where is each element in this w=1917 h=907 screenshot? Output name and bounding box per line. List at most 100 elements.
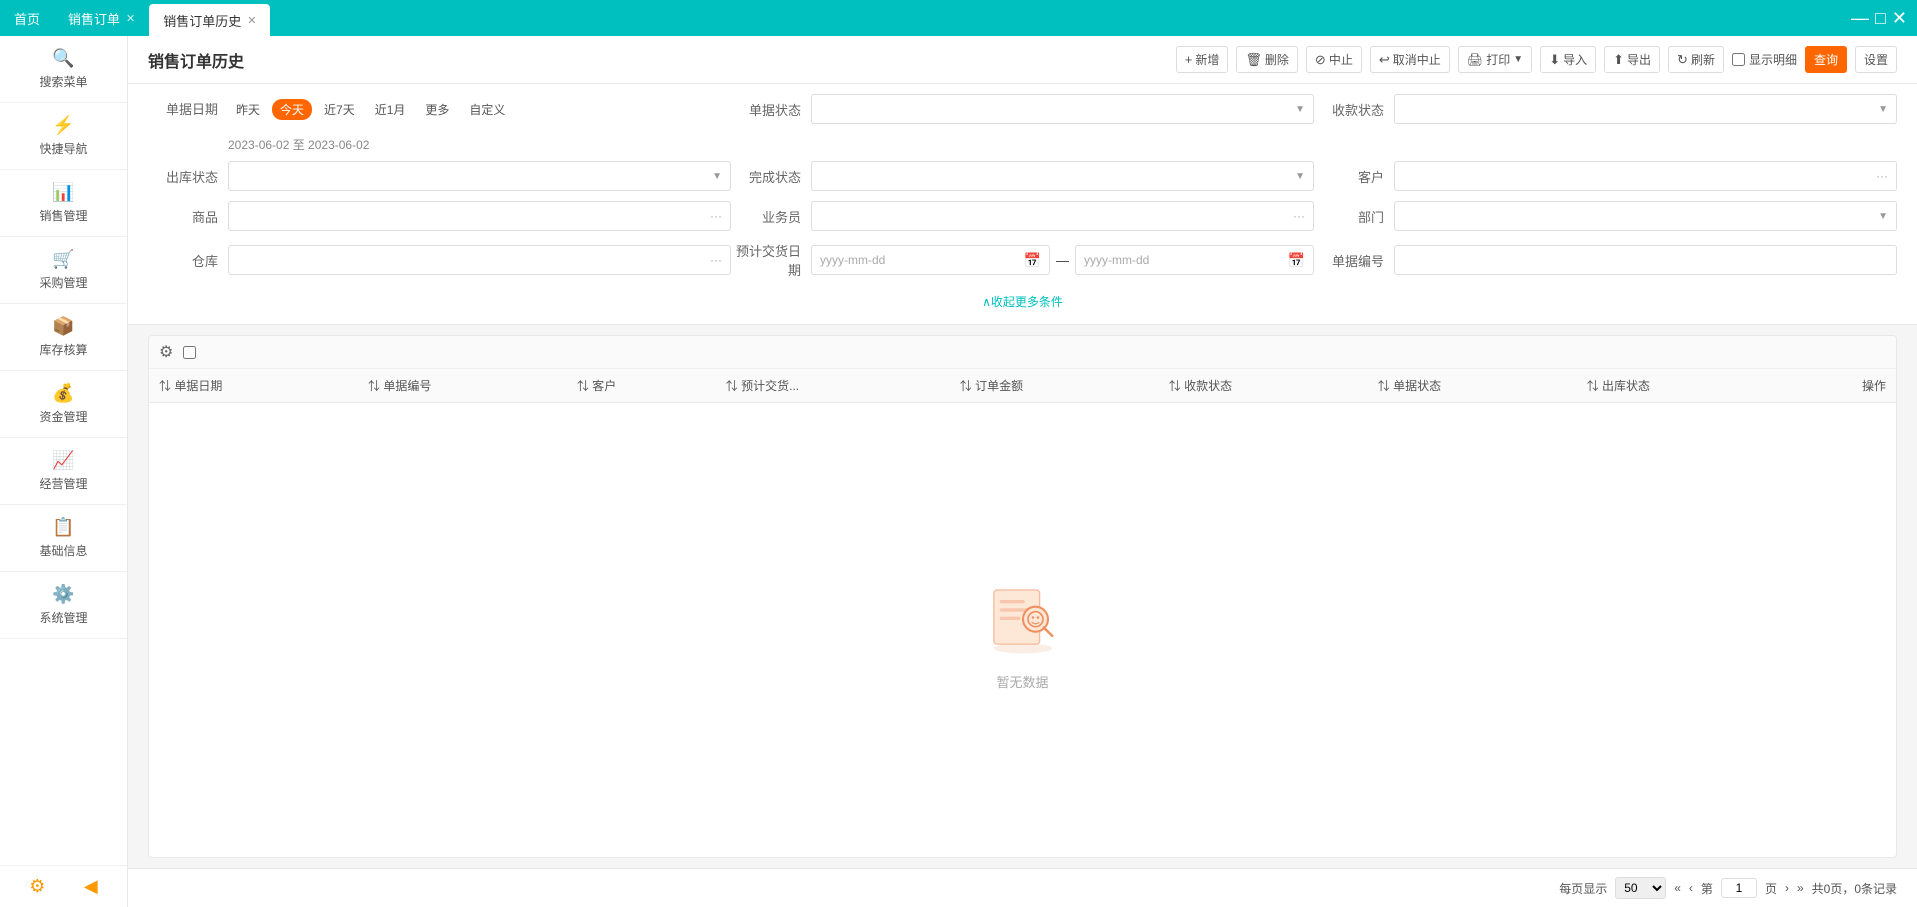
- date-label: 单据日期: [148, 99, 228, 118]
- page-size-label: 每页显示: [1559, 880, 1607, 897]
- date-tag-last1month[interactable]: 近1月: [367, 99, 414, 120]
- salesperson-field[interactable]: ···: [811, 201, 1314, 231]
- import-button[interactable]: ⬇ 导入: [1540, 46, 1596, 73]
- table-settings-icon[interactable]: ⚙: [159, 342, 173, 362]
- delivery-date-end[interactable]: yyyy-mm-dd 📅: [1075, 245, 1314, 275]
- date-tag-last7days[interactable]: 近7天: [316, 99, 363, 120]
- new-button[interactable]: + 新增: [1176, 46, 1229, 73]
- sidebar-item-quick-nav[interactable]: ⚡ 快捷导航: [0, 103, 127, 170]
- sidebar-settings-icon[interactable]: ⚙: [29, 876, 45, 897]
- pagination-bar: 每页显示 10 20 50 100 « ‹ 第 页 › » 共0页，0条记录: [128, 868, 1917, 907]
- display-toggle: 显示明细: [1732, 51, 1797, 68]
- col-payment-status: ⇅ 收款状态: [1159, 369, 1368, 403]
- col-number: ⇅ 单据编号: [358, 369, 567, 403]
- sidebar-label-quick-nav: 快捷导航: [39, 140, 87, 157]
- col-order-status: ⇅ 单据状态: [1368, 369, 1577, 403]
- warehouse-dots: ···: [710, 253, 722, 267]
- delivery-date-start-text: yyyy-mm-dd: [820, 253, 1020, 267]
- date-tag-today[interactable]: 今天: [272, 99, 312, 120]
- sidebar-item-inventory[interactable]: 📦 库存核算: [0, 304, 127, 371]
- prev-page-btn[interactable]: ‹: [1689, 881, 1693, 895]
- sidebar-item-search-menu[interactable]: 🔍 搜索菜单: [0, 36, 127, 103]
- product-field[interactable]: ···: [228, 201, 731, 231]
- col-customer-sort[interactable]: ⇅: [577, 379, 589, 393]
- purchase-mgmt-icon: 🛒: [52, 249, 74, 270]
- warehouse-field[interactable]: ···: [228, 245, 731, 275]
- sales-mgmt-icon: 📊: [52, 182, 74, 203]
- export-button[interactable]: ⬆ 导出: [1604, 46, 1660, 73]
- sidebar-bottom: ⚙ ◀: [0, 865, 127, 907]
- col-delivery-status: ⇅ 出库状态: [1577, 369, 1786, 403]
- settings-button[interactable]: 设置: [1855, 46, 1897, 73]
- tab-sales-order-history[interactable]: 销售订单历史 ✕: [149, 4, 270, 36]
- payment-status-select[interactable]: ▼: [1394, 94, 1897, 124]
- delivery-status-label: 出库状态: [148, 167, 228, 186]
- page-number-input[interactable]: [1721, 878, 1757, 898]
- table-toolbar: ⚙: [149, 336, 1896, 369]
- col-number-sort[interactable]: ⇅: [368, 379, 380, 393]
- delete-button[interactable]: 🗑 删除: [1236, 46, 1298, 73]
- delivery-date-end-text: yyyy-mm-dd: [1084, 253, 1284, 267]
- top-bar: 首页 销售订单 ✕ 销售订单历史 ✕ — □ ✕: [0, 0, 1917, 36]
- department-arrow: ▼: [1878, 211, 1888, 222]
- date-tag-custom[interactable]: 自定义: [461, 99, 513, 120]
- sidebar-label-purchase-mgmt: 采购管理: [39, 274, 87, 291]
- col-expected-delivery-sort[interactable]: ⇅: [726, 379, 738, 393]
- page-header: 销售订单历史 + 新增 🗑 删除 ⊘ 中止 ↩: [128, 36, 1917, 84]
- quick-nav-icon: ⚡: [52, 115, 74, 136]
- completion-status-select[interactable]: ▼: [811, 161, 1314, 191]
- order-number-field[interactable]: [1394, 245, 1897, 275]
- sidebar-item-operations[interactable]: 📈 经营管理: [0, 438, 127, 505]
- stop-button[interactable]: ⊘ 中止: [1306, 46, 1362, 73]
- collapse-row[interactable]: ∧ 收起更多条件: [148, 289, 1897, 314]
- delivery-date-start[interactable]: yyyy-mm-dd 📅: [811, 245, 1050, 275]
- sidebar-item-capital-mgmt[interactable]: 💰 资金管理: [0, 371, 127, 438]
- department-label: 部门: [1314, 207, 1394, 226]
- sidebar-label-basic-info: 基础信息: [39, 542, 87, 559]
- col-order-status-sort[interactable]: ⇅: [1378, 379, 1390, 393]
- filter-row-3: 商品 ··· 业务员 ··· 部门 ▼: [148, 201, 1897, 231]
- empty-illustration: [973, 570, 1073, 660]
- col-order-amount-sort[interactable]: ⇅: [960, 379, 972, 393]
- maximize-btn[interactable]: □: [1875, 8, 1886, 29]
- refresh-icon: ↻: [1677, 52, 1688, 68]
- customer-field[interactable]: ···: [1394, 161, 1897, 191]
- select-all-checkbox[interactable]: [183, 346, 196, 359]
- tab-sales-order-close[interactable]: ✕: [126, 12, 135, 25]
- close-btn[interactable]: ✕: [1892, 8, 1907, 29]
- col-payment-status-sort[interactable]: ⇅: [1169, 379, 1181, 393]
- delivery-status-select[interactable]: ▼: [228, 161, 731, 191]
- sidebar-collapse-icon[interactable]: ◀: [84, 876, 98, 897]
- display-toggle-checkbox[interactable]: [1732, 53, 1745, 66]
- page-size-select[interactable]: 10 20 50 100: [1615, 877, 1666, 899]
- department-select[interactable]: ▼: [1394, 201, 1897, 231]
- last-page-btn[interactable]: »: [1797, 881, 1804, 895]
- cancel-stop-button[interactable]: ↩ 取消中止: [1370, 46, 1450, 73]
- order-status-select[interactable]: ▼: [811, 94, 1314, 124]
- refresh-button[interactable]: ↻ 刷新: [1668, 46, 1724, 73]
- next-page-btn[interactable]: ›: [1785, 881, 1789, 895]
- delivery-date-group: yyyy-mm-dd 📅 — yyyy-mm-dd 📅: [811, 245, 1314, 275]
- completion-status-label: 完成状态: [731, 167, 811, 186]
- date-tag-yesterday[interactable]: 昨天: [228, 99, 268, 120]
- sidebar-item-purchase-mgmt[interactable]: 🛒 采购管理: [0, 237, 127, 304]
- sidebar-item-sales-mgmt[interactable]: 📊 销售管理: [0, 170, 127, 237]
- sidebar-item-basic-info[interactable]: 📋 基础信息: [0, 505, 127, 572]
- tab-sales-order[interactable]: 销售订单 ✕: [54, 0, 149, 36]
- page-label: 第: [1701, 880, 1713, 897]
- print-icon: 🖨: [1467, 52, 1484, 68]
- salesperson-dots: ···: [1293, 209, 1305, 223]
- col-customer: ⇅ 客户: [567, 369, 716, 403]
- print-button[interactable]: 🖨 打印 ▼: [1458, 46, 1532, 73]
- basic-info-icon: 📋: [52, 517, 74, 538]
- sidebar-item-system-mgmt[interactable]: ⚙️ 系统管理: [0, 572, 127, 639]
- col-date-sort[interactable]: ⇅: [159, 379, 171, 393]
- date-tag-more[interactable]: 更多: [417, 99, 457, 120]
- tab-sales-order-history-close[interactable]: ✕: [247, 14, 256, 27]
- print-dropdown-icon: ▼: [1513, 54, 1523, 65]
- query-button[interactable]: 查询: [1805, 46, 1847, 73]
- minimize-btn[interactable]: —: [1851, 8, 1869, 29]
- tab-home[interactable]: 首页: [0, 0, 54, 36]
- first-page-btn[interactable]: «: [1674, 881, 1681, 895]
- col-delivery-status-sort[interactable]: ⇅: [1587, 379, 1599, 393]
